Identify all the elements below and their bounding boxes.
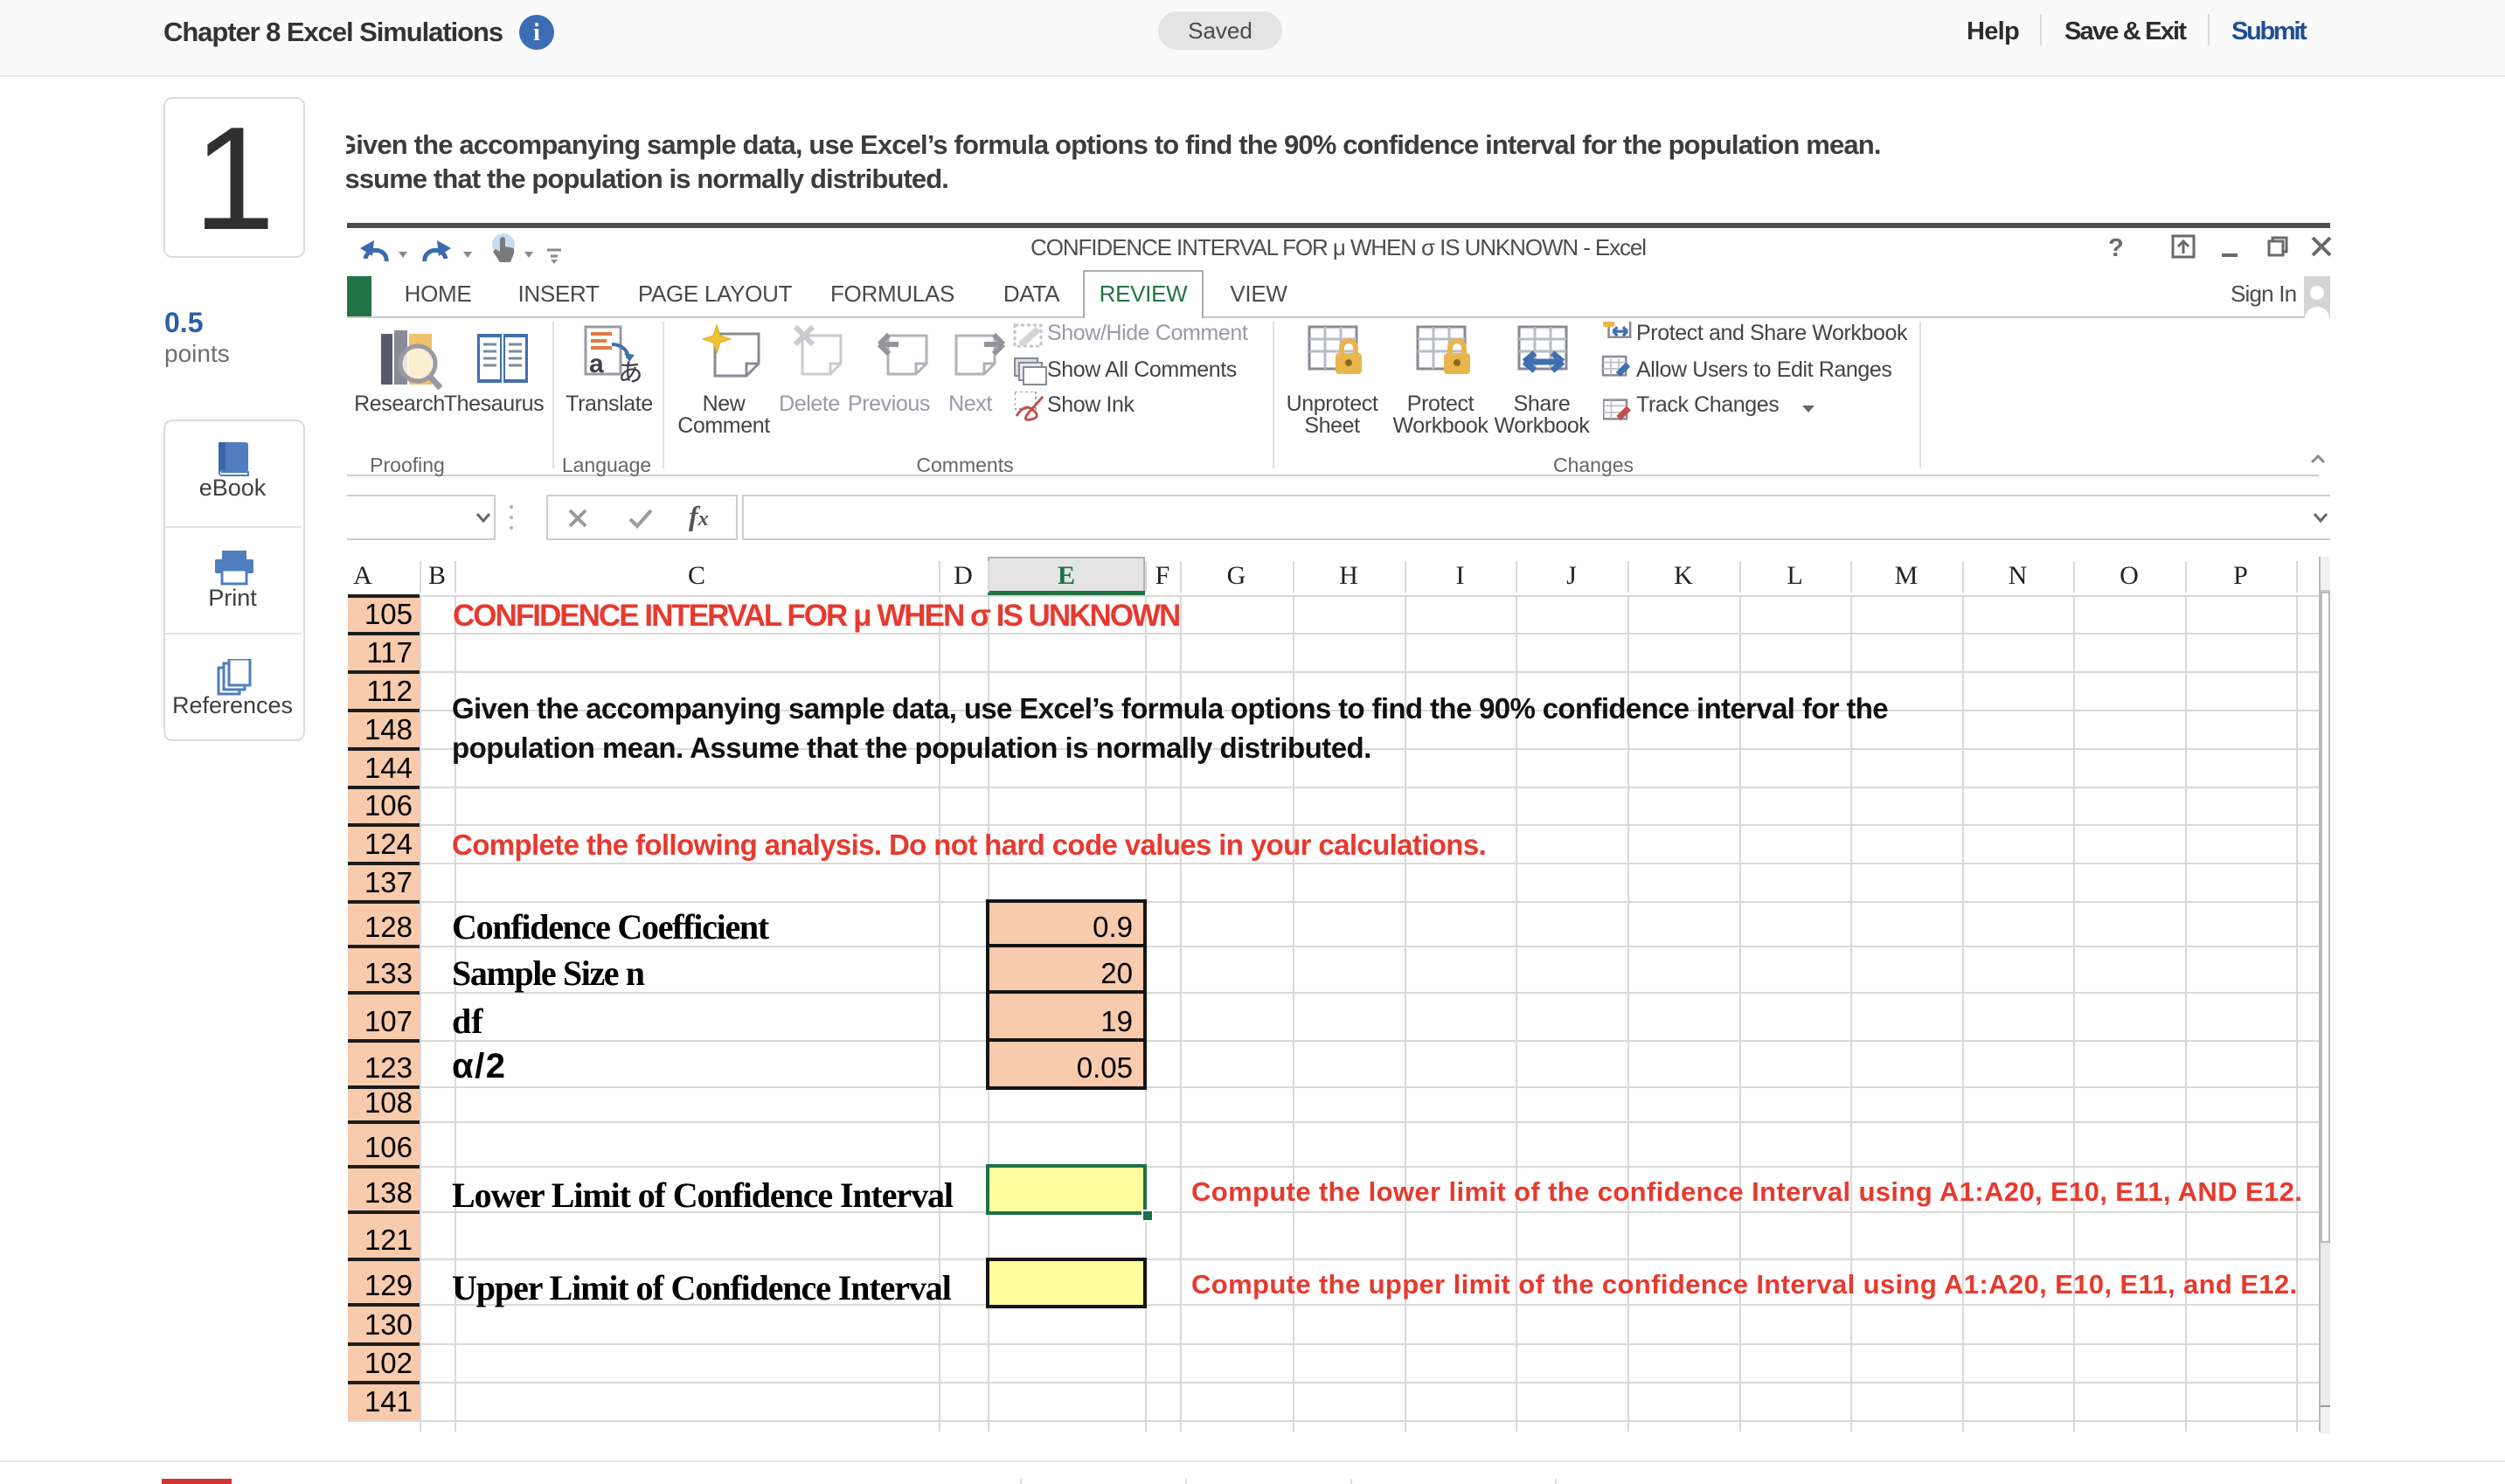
svg-text:a: a bbox=[589, 350, 604, 378]
